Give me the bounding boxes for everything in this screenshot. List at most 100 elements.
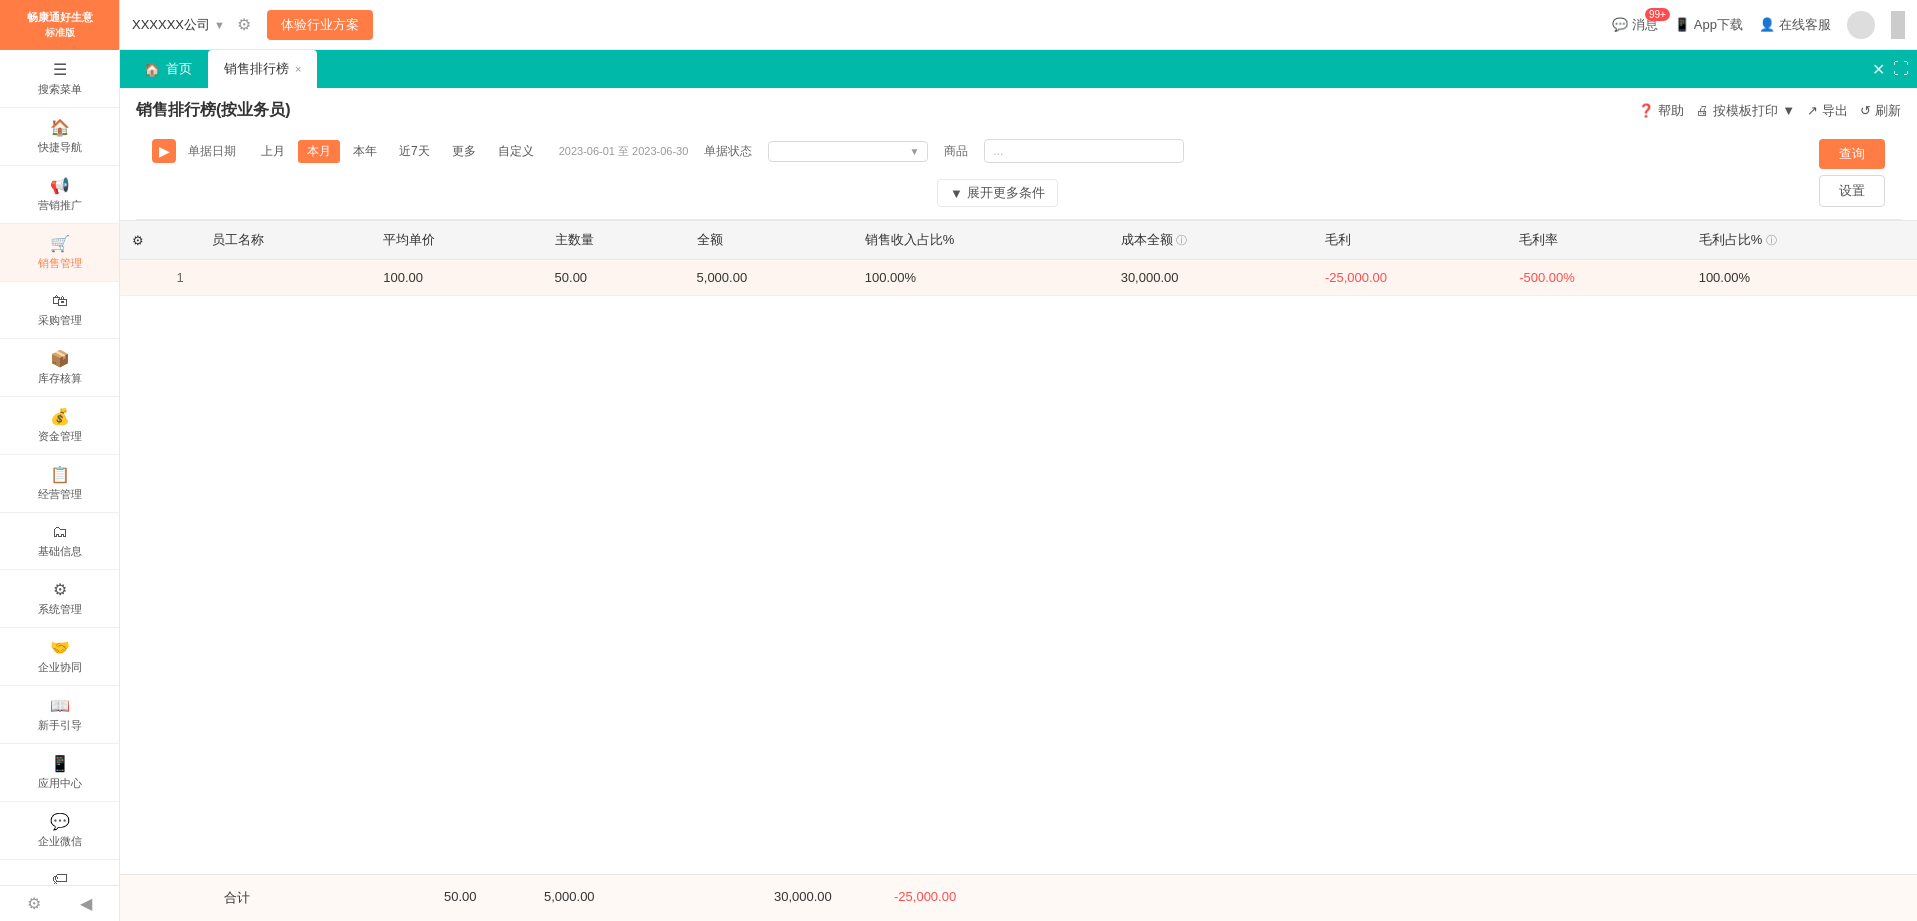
app-download-btn[interactable]: 📱 App下载	[1674, 16, 1743, 34]
date-pill-prev-month[interactable]: 上月	[252, 140, 294, 163]
sidebar-label-apps: 应用中心	[38, 776, 82, 791]
query-btn[interactable]: 查询	[1819, 139, 1885, 169]
online-service-label: 在线客服	[1779, 16, 1831, 34]
tab-sales-ranking[interactable]: 销售排行榜 ×	[208, 50, 317, 88]
sidebar-label-finance: 资金管理	[38, 429, 82, 444]
online-service-btn[interactable]: 👤 在线客服	[1759, 16, 1831, 34]
help-btn[interactable]: ❓ 帮助	[1638, 102, 1684, 120]
sidebar-item-apps[interactable]: 📱 应用中心	[0, 744, 119, 802]
sidebar-item-member[interactable]: 🏷 畅会员	[0, 860, 119, 885]
refresh-btn[interactable]: ↺ 刷新	[1860, 102, 1901, 120]
sidebar-collapse-icon[interactable]: ◀	[80, 894, 92, 913]
status-select[interactable]: ▼	[768, 141, 928, 162]
date-pill-more[interactable]: 更多	[443, 140, 485, 163]
company-name: XXXXXX公司	[132, 16, 210, 34]
table-header-row: ⚙ 员工名称 平均单价 主数量 全额 销售收入占比% 成本全额 ⓘ 毛利 毛利率…	[120, 221, 1917, 260]
status-label: 单据状态	[704, 143, 752, 160]
th-settings[interactable]: ⚙	[120, 221, 160, 260]
footer-amount: 5,000.00	[532, 885, 642, 911]
goods-input[interactable]: ...	[984, 139, 1184, 163]
table-body: 1 100.00 50.00 5,000.00 100.00% 30,000.0…	[120, 260, 1917, 296]
th-name: 员工名称	[200, 221, 371, 260]
filter-row-1: 单据日期 上月 本月 本年 近7天 更多 自定义 2023-06-01 至 20…	[188, 139, 1807, 163]
row-name-0	[200, 260, 371, 296]
sidebar-icon-member: 🏷	[52, 870, 68, 885]
footer-gross: -25,000.00	[882, 885, 992, 911]
help-label: 帮助	[1658, 102, 1684, 120]
row-cost-0: 30,000.00	[1109, 260, 1313, 296]
date-pill-this-month[interactable]: 本月	[298, 140, 340, 163]
date-pills: 上月 本月 本年 近7天 更多 自定义	[252, 140, 543, 163]
sidebar-item-guide[interactable]: 📖 新手引导	[0, 686, 119, 744]
sidebar-icon-purchase: 🛍	[52, 292, 68, 310]
table-footer: 合计 50.00 5,000.00 30,000.00 -25,000.00	[120, 874, 1917, 921]
message-badge: 99+	[1645, 8, 1670, 21]
message-btn[interactable]: 💬 消息 99+	[1612, 16, 1658, 34]
topbar: XXXXXX公司 ▼ ⚙ 体验行业方案 💬 消息 99+ 📱 App下载 👤 在…	[120, 0, 1917, 50]
refresh-label: 刷新	[1875, 102, 1901, 120]
th-gross-pct: 毛利占比% ⓘ	[1687, 221, 1917, 260]
sidebar-item-sales[interactable]: 🛒 销售管理	[0, 224, 119, 282]
tab-close-all-icon[interactable]: ✕	[1872, 60, 1885, 79]
row-gross-0: -25,000.00	[1313, 260, 1507, 296]
date-pill-7days[interactable]: 近7天	[390, 140, 439, 163]
tab-home[interactable]: 🏠 首页	[128, 50, 208, 88]
sidebar-item-business[interactable]: 📋 经营管理	[0, 455, 119, 513]
print-btn[interactable]: 🖨 按模板打印 ▼	[1696, 102, 1795, 120]
sidebar-item-purchase[interactable]: 🛍 采购管理	[0, 282, 119, 339]
gross-pct-info-icon[interactable]: ⓘ	[1766, 234, 1777, 246]
th-rank	[160, 221, 200, 260]
app-logo: 畅康通好生意 标准版	[0, 0, 119, 50]
date-pill-custom[interactable]: 自定义	[489, 140, 543, 163]
filter-collapse-btn[interactable]: ▶	[152, 139, 176, 163]
row-rank-0: 1	[160, 260, 200, 296]
topbar-right: 💬 消息 99+ 📱 App下载 👤 在线客服	[1612, 11, 1905, 39]
sidebar-icon-quick-nav: 🏠	[50, 118, 70, 137]
sidebar-settings-icon[interactable]: ⚙	[27, 894, 41, 913]
cost-info-icon[interactable]: ⓘ	[1176, 234, 1187, 246]
tabbar: 🏠 首页 销售排行榜 × ✕ ⛶	[120, 50, 1917, 88]
expand-icon: ▼	[950, 186, 963, 201]
user-avatar[interactable]	[1847, 11, 1875, 39]
sidebar-item-finance[interactable]: 💰 资金管理	[0, 397, 119, 455]
date-label: 单据日期	[188, 143, 236, 160]
tab-fullscreen-icon[interactable]: ⛶	[1893, 60, 1909, 79]
export-icon: ↗	[1807, 103, 1818, 118]
company-selector[interactable]: XXXXXX公司 ▼	[132, 16, 225, 34]
table-settings-btn[interactable]: 设置	[1819, 175, 1885, 207]
trial-button[interactable]: 体验行业方案	[267, 10, 373, 40]
footer-gross-pct	[1092, 885, 1192, 911]
sidebar-icon-sales: 🛒	[50, 234, 70, 253]
sidebar-item-basic[interactable]: 🗂 基础信息	[0, 513, 119, 570]
sidebar-item-quick-nav[interactable]: 🏠 快捷导航	[0, 108, 119, 166]
company-chevron-icon: ▼	[214, 19, 225, 31]
service-icon: 👤	[1759, 17, 1775, 32]
sidebar-nav: ☰ 搜索菜单 🏠 快捷导航 📢 营销推广 🛒 销售管理 🛍 采购管理 📦 库存核…	[0, 50, 119, 885]
sidebar-icon-basic: 🗂	[52, 523, 68, 541]
th-sales-pct: 销售收入占比%	[853, 221, 1109, 260]
filter-bar: ▶ 单据日期 上月 本月 本年 近7天 更多 自定义	[136, 131, 1901, 220]
export-btn[interactable]: ↗ 导出	[1807, 102, 1848, 120]
sidebar-item-search[interactable]: ☰ 搜索菜单	[0, 50, 119, 108]
row-sales-pct-0: 100.00%	[853, 260, 1109, 296]
sidebar-item-wechat[interactable]: 💬 企业微信	[0, 802, 119, 860]
topbar-settings-icon[interactable]: ⚙	[237, 15, 251, 34]
row-settings-0[interactable]	[120, 260, 160, 296]
date-pill-this-year[interactable]: 本年	[344, 140, 386, 163]
refresh-icon: ↺	[1860, 103, 1871, 118]
sidebar-item-marketing[interactable]: 📢 营销推广	[0, 166, 119, 224]
sidebar-item-enterprise[interactable]: 🤝 企业协同	[0, 628, 119, 686]
tab-home-label: 首页	[166, 60, 192, 78]
sidebar-label-enterprise: 企业协同	[38, 660, 82, 675]
tab-close-icon[interactable]: ×	[295, 63, 301, 75]
sidebar-label-wechat: 企业微信	[38, 834, 82, 849]
download-icon: 📱	[1674, 17, 1690, 32]
th-amount: 全额	[685, 221, 853, 260]
expand-btn[interactable]: ▼ 展开更多条件	[937, 179, 1058, 207]
goods-input-placeholder: ...	[993, 144, 1003, 158]
logo-title: 畅康通好生意	[27, 10, 93, 25]
sidebar-item-system[interactable]: ⚙ 系统管理	[0, 570, 119, 628]
content-area: 销售排行榜(按业务员) ❓ 帮助 🖨 按模板打印 ▼ ↗ 导出	[120, 88, 1917, 921]
tabbar-right-actions: ✕ ⛶	[1872, 60, 1909, 79]
sidebar-item-inventory[interactable]: 📦 库存核算	[0, 339, 119, 397]
